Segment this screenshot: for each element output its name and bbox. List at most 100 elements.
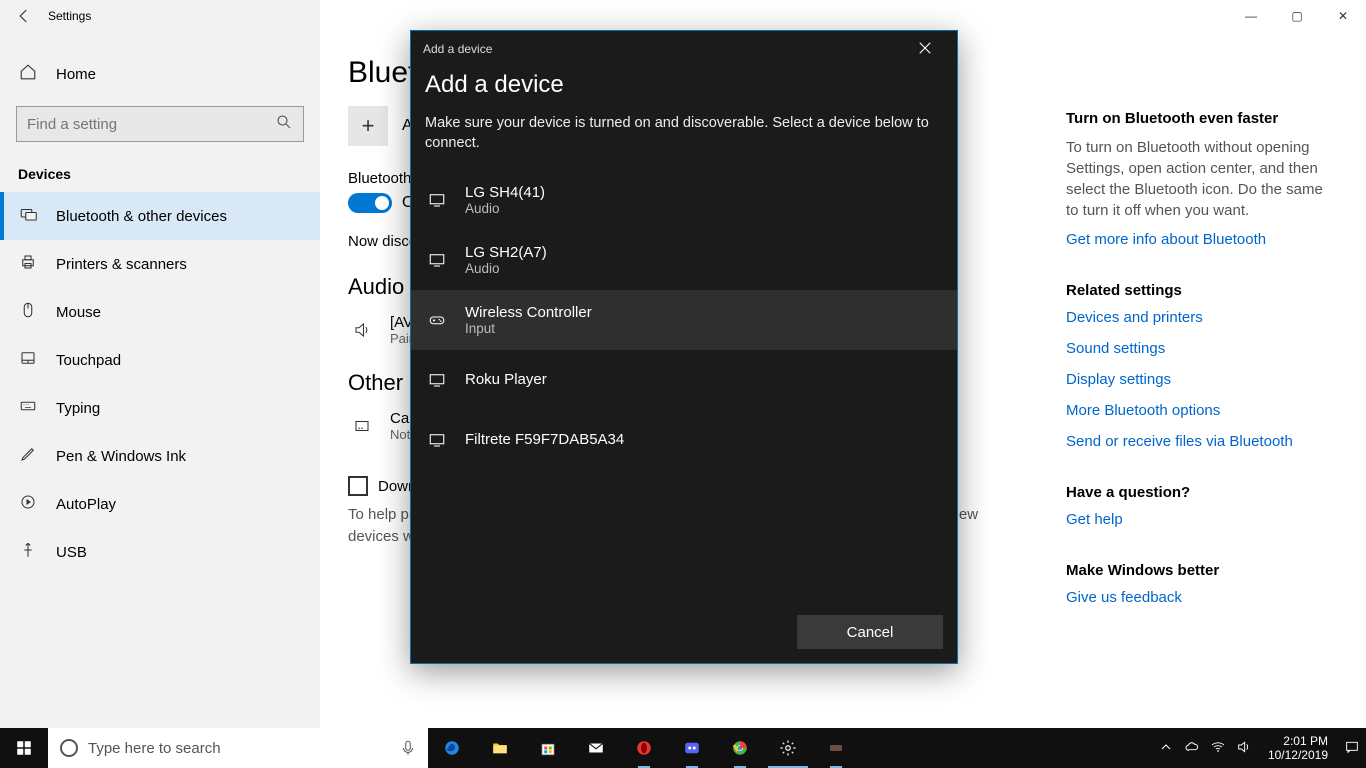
taskbar-app-edge[interactable] [428, 728, 476, 768]
taskbar-app-store[interactable] [524, 728, 572, 768]
tray-notifications[interactable] [1344, 739, 1360, 758]
discovered-device-list: LG SH4(41)Audio LG SH2(A7)Audio Wireless… [411, 170, 957, 470]
taskbar-app-settings[interactable] [764, 728, 812, 768]
maximize-button[interactable]: ▢ [1274, 0, 1320, 32]
mouse-icon [18, 301, 38, 323]
window-title: Settings [48, 9, 91, 23]
opera-icon [635, 739, 653, 757]
sidebar-item-label: Pen & Windows Ink [56, 448, 186, 465]
feedback-link[interactable]: Give us feedback [1066, 589, 1326, 606]
tray-wifi[interactable] [1210, 739, 1226, 758]
start-button[interactable] [0, 728, 48, 768]
get-help-link[interactable]: Get help [1066, 511, 1326, 528]
right-column: Turn on Bluetooth even faster To turn on… [1066, 56, 1326, 708]
metered-checkbox[interactable] [348, 476, 368, 496]
windows-logo-icon [15, 739, 33, 757]
taskbar-app-discord[interactable] [668, 728, 716, 768]
discovered-device[interactable]: Wireless ControllerInput [411, 290, 957, 350]
bluetooth-devices-icon [18, 205, 38, 227]
autoplay-icon [18, 493, 38, 515]
home-nav[interactable]: Home [0, 52, 320, 96]
minimize-button[interactable]: — [1228, 0, 1274, 32]
taskbar-app-mail[interactable] [572, 728, 620, 768]
discovered-device[interactable]: Filtrete F59F7DAB5A34 [411, 410, 957, 470]
monitor-icon [425, 191, 449, 209]
gear-icon [779, 739, 797, 757]
pen-icon [18, 445, 38, 467]
add-device-button[interactable]: + [348, 106, 388, 146]
related-heading: Related settings [1066, 282, 1326, 299]
device-type: Input [465, 321, 592, 336]
usb-icon [18, 541, 38, 563]
faster-heading: Turn on Bluetooth even faster [1066, 110, 1326, 127]
related-link-send-receive[interactable]: Send or receive files via Bluetooth [1066, 433, 1326, 450]
game-icon [827, 739, 845, 757]
device-type: Audio [465, 201, 545, 216]
sidebar-item-typing[interactable]: Typing [0, 384, 320, 432]
keyboard-icon [18, 397, 38, 419]
arrow-left-icon [15, 7, 33, 25]
home-label: Home [56, 66, 96, 83]
tray-clock[interactable]: 2:01 PM 10/12/2019 [1262, 734, 1334, 763]
related-link-devices-printers[interactable]: Devices and printers [1066, 309, 1326, 326]
back-button[interactable] [0, 0, 48, 32]
dialog-subtext: Make sure your device is turned on and d… [425, 113, 943, 154]
close-button[interactable]: ✕ [1320, 0, 1366, 32]
monitor-icon [425, 431, 449, 449]
better-heading: Make Windows better [1066, 562, 1326, 579]
sidebar-item-pen[interactable]: Pen & Windows Ink [0, 432, 320, 480]
mic-icon [399, 739, 417, 757]
cloud-icon [1184, 739, 1200, 755]
cortana-icon [60, 739, 78, 757]
titlebar: Settings — ▢ ✕ [0, 0, 1366, 32]
find-setting-input[interactable] [27, 116, 275, 133]
faster-link[interactable]: Get more info about Bluetooth [1066, 231, 1326, 248]
search-icon [275, 113, 293, 136]
cancel-button[interactable]: Cancel [797, 615, 943, 649]
taskbar-app-game[interactable] [812, 728, 860, 768]
sidebar-item-mouse[interactable]: Mouse [0, 288, 320, 336]
sidebar-item-autoplay[interactable]: AutoPlay [0, 480, 320, 528]
taskbar: Type here to search 2:01 PM 10/12/2019 [0, 728, 1366, 768]
monitor-icon [425, 371, 449, 389]
close-icon [916, 39, 934, 57]
dialog-titlebar: Add a device [411, 31, 957, 67]
related-link-display[interactable]: Display settings [1066, 371, 1326, 388]
taskbar-app-opera[interactable] [620, 728, 668, 768]
discovered-device[interactable]: Roku Player [411, 350, 957, 410]
taskbar-app-explorer[interactable] [476, 728, 524, 768]
tray-volume[interactable] [1236, 739, 1252, 758]
dialog-titlebar-text: Add a device [423, 42, 492, 56]
sidebar-item-printers[interactable]: Printers & scanners [0, 240, 320, 288]
edge-icon [443, 739, 461, 757]
sidebar-item-label: Touchpad [56, 352, 121, 369]
taskbar-mic[interactable] [388, 728, 428, 768]
taskbar-search[interactable]: Type here to search [48, 728, 388, 768]
device-name: Roku Player [465, 371, 547, 388]
sidebar-item-touchpad[interactable]: Touchpad [0, 336, 320, 384]
device-name: Filtrete F59F7DAB5A34 [465, 431, 624, 448]
sidebar-item-label: AutoPlay [56, 496, 116, 513]
sidebar-item-usb[interactable]: USB [0, 528, 320, 576]
faster-text: To turn on Bluetooth without opening Set… [1066, 137, 1326, 221]
sidebar-section-label: Devices [0, 158, 320, 192]
tray-chevron[interactable] [1158, 739, 1174, 758]
sidebar-item-label: Bluetooth & other devices [56, 208, 227, 225]
discovered-device[interactable]: LG SH4(41)Audio [411, 170, 957, 230]
bluetooth-toggle[interactable] [348, 193, 392, 213]
taskbar-search-placeholder: Type here to search [88, 740, 221, 757]
tray-onedrive[interactable] [1184, 739, 1200, 758]
discovered-device[interactable]: LG SH2(A7)Audio [411, 230, 957, 290]
find-setting-search[interactable] [16, 106, 304, 142]
taskbar-apps [428, 728, 860, 768]
sidebar-item-bluetooth[interactable]: Bluetooth & other devices [0, 192, 320, 240]
volume-icon [1236, 739, 1252, 755]
device-name: LG SH2(A7) [465, 244, 547, 261]
monitor-icon [425, 251, 449, 269]
dialog-close-button[interactable] [905, 39, 945, 60]
device-type: Audio [465, 261, 547, 276]
taskbar-app-chrome[interactable] [716, 728, 764, 768]
related-link-sound[interactable]: Sound settings [1066, 340, 1326, 357]
related-link-more-bt[interactable]: More Bluetooth options [1066, 402, 1326, 419]
chevron-up-icon [1158, 739, 1174, 755]
